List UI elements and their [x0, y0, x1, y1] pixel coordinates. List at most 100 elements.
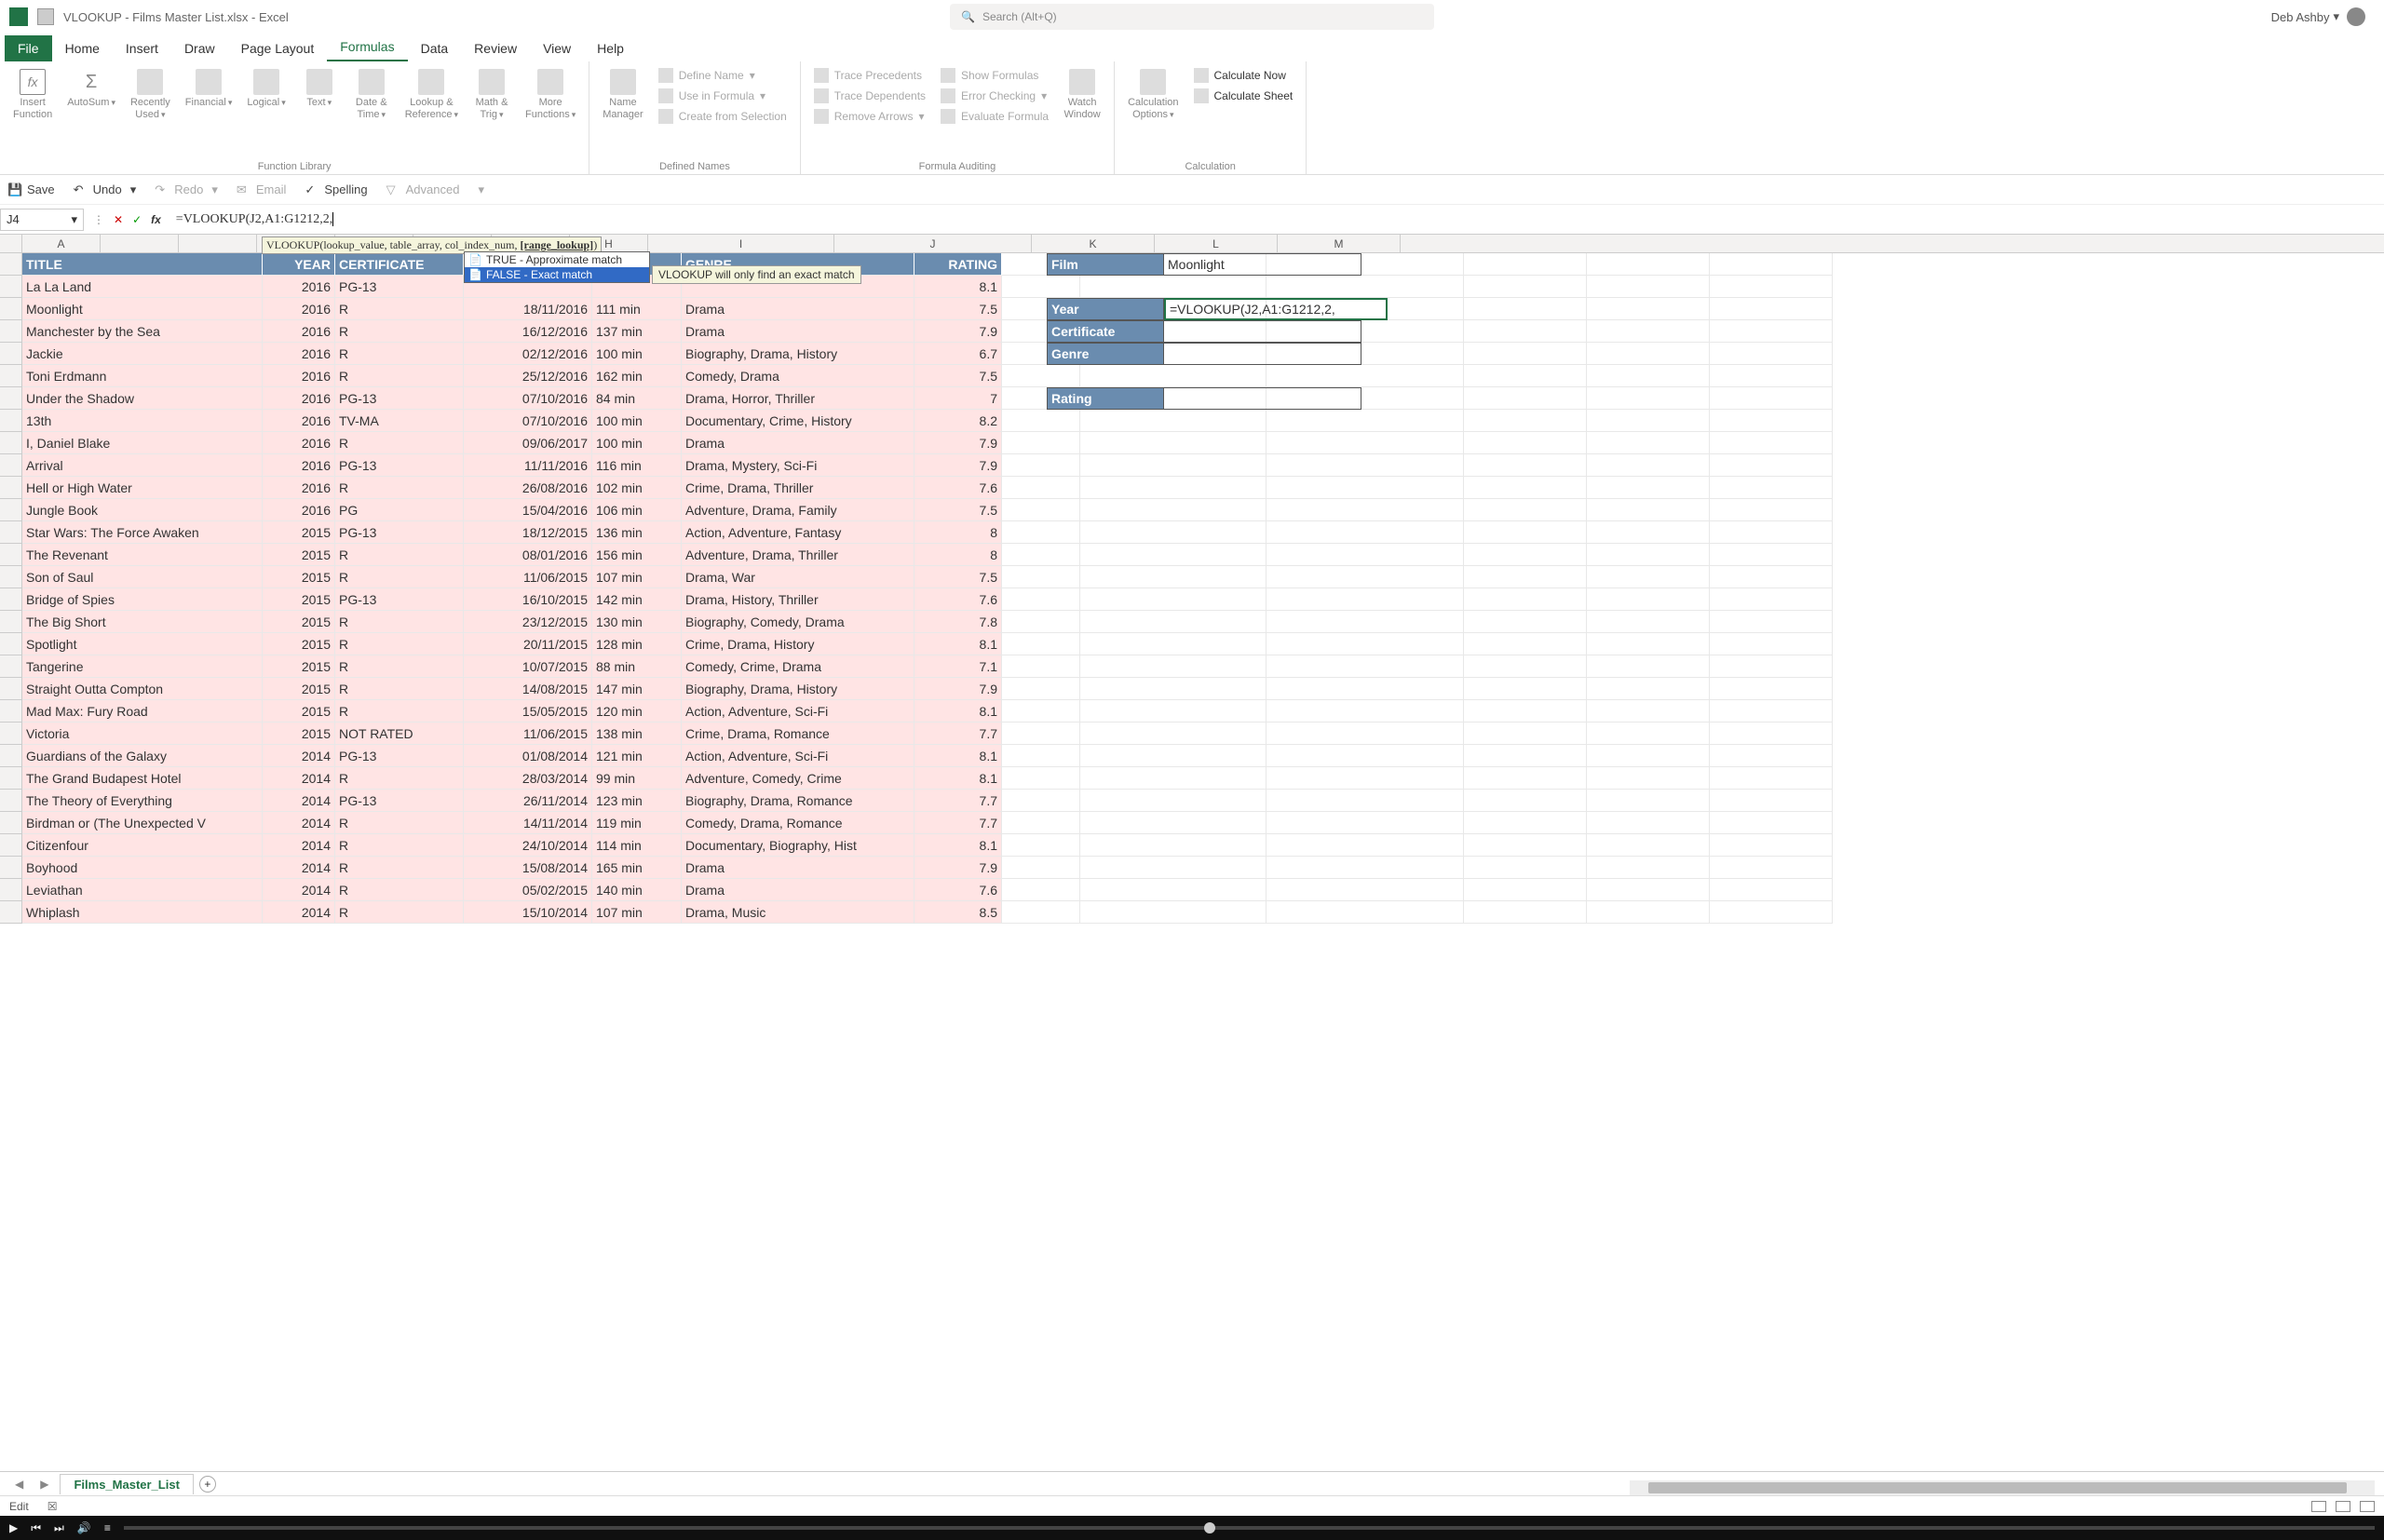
cell-genre[interactable]: Drama [682, 879, 914, 901]
normal-view-icon[interactable] [2311, 1501, 2326, 1512]
insert-function-button[interactable]: fxInsert Function [7, 65, 58, 125]
cell-certificate[interactable]: R [335, 298, 464, 320]
volume-icon[interactable]: 🔊 [77, 1521, 91, 1534]
cell-genre[interactable]: Biography, Comedy, Drama [682, 611, 914, 633]
cell-released[interactable]: 15/10/2014 [464, 901, 592, 924]
table-row[interactable]: Hell or High Water 2016 R 26/08/2016 102… [0, 477, 2384, 499]
tab-page-layout[interactable]: Page Layout [228, 35, 328, 61]
cell-certificate[interactable]: R [335, 544, 464, 566]
cell-genre[interactable]: Crime, Drama, Thriller [682, 477, 914, 499]
table-row[interactable]: Straight Outta Compton 2015 R 14/08/2015… [0, 678, 2384, 700]
cell-certificate[interactable]: PG-13 [335, 588, 464, 611]
cell-released[interactable]: 23/12/2015 [464, 611, 592, 633]
cell-rating[interactable]: 8.1 [914, 834, 1002, 857]
cell-certificate[interactable]: PG-13 [335, 387, 464, 410]
calculate-now-button[interactable]: Calculate Now [1188, 65, 1299, 86]
cell-certificate[interactable]: R [335, 767, 464, 790]
cell-title[interactable]: Star Wars: The Force Awaken [22, 521, 263, 544]
cell-rating[interactable]: 7.7 [914, 790, 1002, 812]
cell-year[interactable]: 2014 [263, 767, 335, 790]
more-functions-button[interactable]: More Functions [520, 65, 581, 125]
cell-runtime[interactable]: 156 min [592, 544, 682, 566]
col-header-a[interactable]: A [22, 235, 101, 252]
table-row[interactable]: Guardians of the Galaxy 2014 PG-13 01/08… [0, 745, 2384, 767]
cell-certificate[interactable]: R [335, 879, 464, 901]
progress-track[interactable] [124, 1526, 2375, 1530]
cell-runtime[interactable]: 102 min [592, 477, 682, 499]
col-header-l[interactable]: L [1155, 235, 1278, 252]
calculate-sheet-button[interactable]: Calculate Sheet [1188, 86, 1299, 106]
cell-genre[interactable]: Action, Adventure, Sci-Fi [682, 700, 914, 723]
cell-genre[interactable]: Crime, Drama, Romance [682, 723, 914, 745]
cell-rating[interactable]: 8.1 [914, 745, 1002, 767]
cell-genre[interactable]: Biography, Drama, History [682, 343, 914, 365]
cell-rating[interactable]: 7.9 [914, 454, 1002, 477]
table-row[interactable]: The Revenant 2015 R 08/01/2016 156 min A… [0, 544, 2384, 566]
cell-rating[interactable]: 8.1 [914, 767, 1002, 790]
cancel-icon[interactable]: ✕ [114, 213, 123, 226]
table-row[interactable]: 13th 2016 TV-MA 07/10/2016 100 min Docum… [0, 410, 2384, 432]
cell-year[interactable]: 2014 [263, 834, 335, 857]
cell-rating[interactable]: 7.9 [914, 678, 1002, 700]
cell-released[interactable]: 10/07/2015 [464, 655, 592, 678]
cell-certificate[interactable]: R [335, 812, 464, 834]
search-box[interactable]: 🔍 Search (Alt+Q) [950, 4, 1434, 30]
cell-runtime[interactable]: 88 min [592, 655, 682, 678]
cell-certificate[interactable]: PG-13 [335, 454, 464, 477]
cell-title[interactable]: Victoria [22, 723, 263, 745]
cell-runtime[interactable]: 138 min [592, 723, 682, 745]
cell-released[interactable]: 14/08/2015 [464, 678, 592, 700]
cell-runtime[interactable]: 140 min [592, 879, 682, 901]
play-icon[interactable]: ▶ [9, 1521, 18, 1534]
cell-year[interactable]: 2016 [263, 276, 335, 298]
cell-runtime[interactable]: 114 min [592, 834, 682, 857]
cell-released[interactable]: 01/08/2014 [464, 745, 592, 767]
cell-runtime[interactable]: 165 min [592, 857, 682, 879]
cell-certificate[interactable]: NOT RATED [335, 723, 464, 745]
cell-runtime[interactable]: 119 min [592, 812, 682, 834]
cell-title[interactable]: Whiplash [22, 901, 263, 924]
cell-rating[interactable]: 7.9 [914, 432, 1002, 454]
table-row[interactable]: Mad Max: Fury Road 2015 R 15/05/2015 120… [0, 700, 2384, 723]
cell-released[interactable]: 16/12/2016 [464, 320, 592, 343]
cell-year[interactable]: 2015 [263, 700, 335, 723]
undo-button[interactable]: ↶Undo▾ [74, 182, 137, 197]
email-button[interactable]: ✉Email [237, 182, 287, 197]
cell-runtime[interactable]: 100 min [592, 410, 682, 432]
text-button[interactable]: Text [295, 65, 344, 113]
cell-certificate[interactable]: PG-13 [335, 521, 464, 544]
tab-review[interactable]: Review [461, 35, 530, 61]
advanced-button[interactable]: ▽Advanced [386, 182, 460, 197]
cell-runtime[interactable]: 147 min [592, 678, 682, 700]
table-row[interactable]: Spotlight 2015 R 20/11/2015 128 min Crim… [0, 633, 2384, 655]
cell-certificate[interactable]: R [335, 432, 464, 454]
date-time-button[interactable]: Date & Time [347, 65, 396, 125]
col-header-k[interactable]: K [1032, 235, 1155, 252]
cell-genre[interactable]: Comedy, Drama [682, 365, 914, 387]
tab-insert[interactable]: Insert [113, 35, 171, 61]
cell-rating[interactable]: 7.5 [914, 499, 1002, 521]
formula-input[interactable]: =VLOOKUP(J2,A1:G1212,2, [170, 212, 2384, 227]
cell-genre[interactable]: Documentary, Biography, Hist [682, 834, 914, 857]
table-row[interactable]: Arrival 2016 PG-13 11/11/2016 116 min Dr… [0, 454, 2384, 477]
cell-rating[interactable]: 8.1 [914, 700, 1002, 723]
cell-released[interactable]: 18/11/2016 [464, 298, 592, 320]
video-playback-bar[interactable]: ▶ ⏮ ⏭ 🔊 ≡ [0, 1516, 2384, 1540]
cell-certificate[interactable]: R [335, 678, 464, 700]
cell-rating[interactable]: 7.5 [914, 365, 1002, 387]
more-button[interactable]: ▾ [478, 182, 484, 197]
table-row[interactable]: Jungle Book 2016 PG 15/04/2016 106 min A… [0, 499, 2384, 521]
cell-released[interactable]: 20/11/2015 [464, 633, 592, 655]
skip-back-icon[interactable]: ⏮ [31, 1521, 41, 1535]
sheet-next-icon[interactable]: ▶ [34, 1478, 54, 1491]
autocomplete-option-false[interactable]: 📄FALSE - Exact match [465, 267, 649, 282]
cell-certificate[interactable]: PG [335, 499, 464, 521]
cell-released[interactable]: 11/06/2015 [464, 723, 592, 745]
cell-certificate[interactable]: R [335, 633, 464, 655]
cell-released[interactable]: 15/04/2016 [464, 499, 592, 521]
cell-genre[interactable]: Action, Adventure, Sci-Fi [682, 745, 914, 767]
cell-year[interactable]: 2015 [263, 723, 335, 745]
cell-genre[interactable]: Adventure, Drama, Thriller [682, 544, 914, 566]
cell-released[interactable]: 05/02/2015 [464, 879, 592, 901]
col-header-i[interactable]: I [648, 235, 834, 252]
